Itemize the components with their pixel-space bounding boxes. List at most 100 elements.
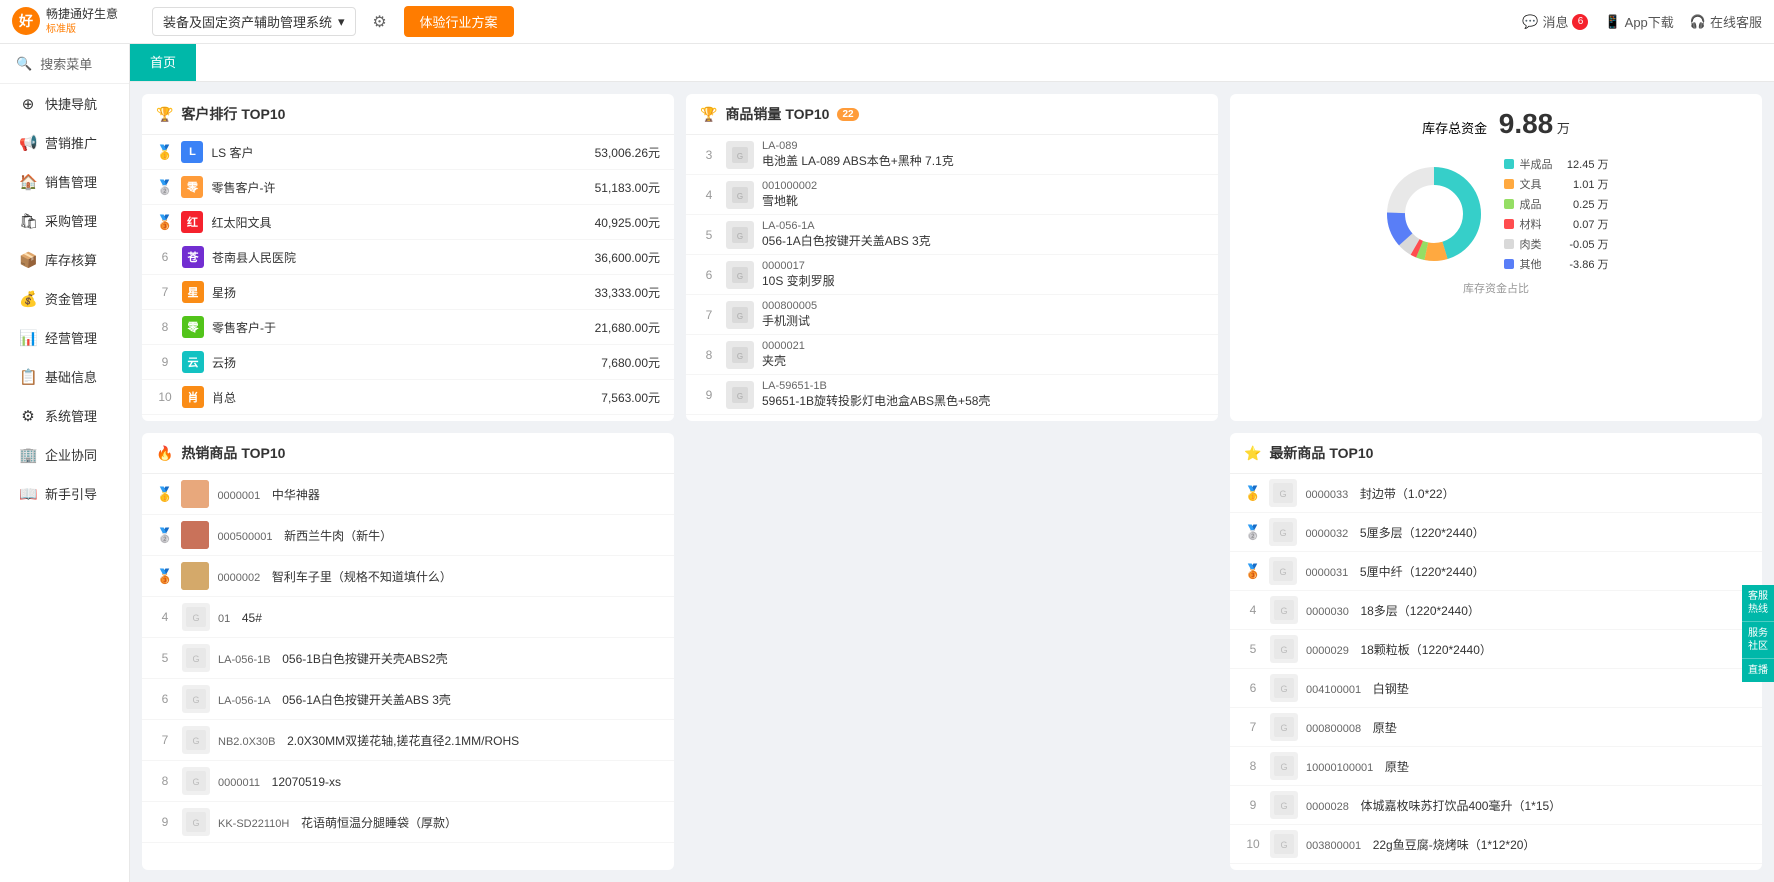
new-product-info: 0000030 18多层（1220*2440） <box>1306 602 1748 619</box>
new-product-img: G <box>1269 518 1297 546</box>
new-rank-num: 8 <box>1244 759 1262 773</box>
hot-product-img <box>181 562 209 590</box>
customer-avatar: 云 <box>182 351 204 373</box>
operation-icon: 📊 <box>19 329 37 347</box>
float-btn-community[interactable]: 服务社区 <box>1742 622 1774 659</box>
sidebar-item-inventory[interactable]: 📦 库存核算 <box>0 240 129 279</box>
settings-icon[interactable]: ⚙ <box>366 8 394 36</box>
new-product-info: 0000033 封边带（1.0*22） <box>1305 485 1748 502</box>
float-btn-direct[interactable]: 直播 <box>1742 659 1774 682</box>
sale-rank-num: 9 <box>700 388 718 402</box>
hot-product-img <box>181 521 209 549</box>
new-product-img: G <box>1270 752 1298 780</box>
hot-medal-icon: 🥉 <box>156 568 173 585</box>
sale-product-code: 0000017 <box>762 260 1204 272</box>
svg-text:G: G <box>1280 645 1287 655</box>
sidebar-item-operation[interactable]: 📊 经营管理 <box>0 318 129 357</box>
app-download-link[interactable]: 📱 App下载 <box>1604 12 1673 31</box>
hot-product-code: 0000001 <box>217 490 260 502</box>
hot-product-name: 12070519-xs <box>272 775 341 789</box>
donut-svg <box>1384 164 1484 264</box>
svg-text:G: G <box>737 392 743 401</box>
logo-area: 好 畅捷通好生意 标准版 <box>12 7 142 36</box>
hot-products-card: 🔥 热销商品 TOP10 🥇 0000001 中华神器 🥈 000500001 … <box>142 433 674 870</box>
sidebar-item-marketing[interactable]: 📢 营销推广 <box>0 123 129 162</box>
svg-text:G: G <box>192 736 199 746</box>
sidebar-item-quick-nav[interactable]: ⊕ 快捷导航 <box>0 84 129 123</box>
customer-amount: 33,333.00元 <box>595 284 660 301</box>
product-sale-item: 7 G 000800005 手机测试 <box>686 295 1218 335</box>
rank-num: 7 <box>156 285 174 299</box>
hot-product-name: 45# <box>242 611 262 625</box>
new-product-name: 18颗粒板（1220*2440） <box>1360 643 1491 657</box>
sidebar-item-company[interactable]: 🏢 企业协同 <box>0 435 129 474</box>
ratio-label: 库存资金占比 <box>1230 280 1762 304</box>
new-product-info: 0000029 18颗粒板（1220*2440） <box>1306 641 1748 658</box>
product-sale-item: 3 G LA-089 电池盖 LA-089 ABS本色+黑种 7.1克 <box>686 135 1218 175</box>
hot-product-item: 7 G NB2.0X30B 2.0X30MM双搓花轴,搓花直径2.1MM/ROH… <box>142 720 674 761</box>
new-product-img: G <box>1270 791 1298 819</box>
system-selector[interactable]: 装备及固定资产辅助管理系统 ▾ <box>152 7 356 36</box>
sidebar-item-finance[interactable]: 💰 资金管理 <box>0 279 129 318</box>
new-product-name: 5厘多层（1220*2440） <box>1360 526 1485 540</box>
svg-text:G: G <box>1280 762 1287 772</box>
hot-products-body: 🥇 0000001 中华神器 🥈 000500001 新西兰牛肉（新牛） 🥉 0… <box>142 474 674 843</box>
sidebar-item-basic[interactable]: 📋 基础信息 <box>0 357 129 396</box>
topbar-right: 💬 消息 6 📱 App下载 🎧 在线客服 <box>1522 12 1762 31</box>
legend-value: 1.01 万 <box>1559 176 1609 192</box>
trophy2-icon: 🏆 <box>700 106 717 123</box>
hot-rank-num: 7 <box>156 733 174 747</box>
inventory-label: 库存总资金 <box>1422 121 1487 136</box>
middle-bottom-spacer <box>686 433 1218 870</box>
sale-product-name: 夹壳 <box>762 352 1204 369</box>
sidebar-item-sales[interactable]: 🏠 销售管理 <box>0 162 129 201</box>
new-product-img: G <box>1270 596 1298 624</box>
hot-product-img-placeholder: G <box>182 644 210 672</box>
sales-icon: 🏠 <box>19 173 37 191</box>
legend-dot <box>1504 239 1514 249</box>
new-product-item: 🥈 G 0000032 5厘多层（1220*2440） <box>1230 513 1762 552</box>
legend-dot <box>1504 199 1514 209</box>
hot-product-info: 0000001 中华神器 <box>217 486 660 503</box>
hot-product-info: NB2.0X30B 2.0X30MM双搓花轴,搓花直径2.1MM/ROHS <box>218 732 660 749</box>
customer-avatar: L <box>181 141 203 163</box>
customer-avatar: 肖 <box>182 386 204 408</box>
new-product-code: 10000100001 <box>1306 762 1373 774</box>
search-menu[interactable]: 🔍 搜索菜单 <box>0 44 129 84</box>
sale-product-info: 0000021 夹壳 <box>762 340 1204 369</box>
trial-button[interactable]: 体验行业方案 <box>404 6 514 37</box>
svg-text:G: G <box>192 777 199 787</box>
inventory-card: 库存总资金 9.88 万 <box>1230 94 1762 421</box>
svg-text:G: G <box>192 818 199 828</box>
sidebar-item-system[interactable]: ⚙ 系统管理 <box>0 396 129 435</box>
svg-text:G: G <box>1280 528 1287 538</box>
sidebar-item-purchase[interactable]: 🛍 采购管理 <box>0 201 129 240</box>
new-product-code: 0000028 <box>1306 801 1349 813</box>
sale-rank-num: 5 <box>700 228 718 242</box>
customer-avatar: 零 <box>182 316 204 338</box>
svg-text:G: G <box>737 232 743 241</box>
sidebar-item-guide[interactable]: 📖 新手引导 <box>0 474 129 513</box>
hot-rank-num: 8 <box>156 774 174 788</box>
inventory-unit: 万 <box>1557 121 1570 136</box>
finance-icon: 💰 <box>19 290 37 308</box>
new-product-code: 0000032 <box>1305 528 1348 540</box>
customer-rank-item: 🥈 零 零售客户-许 51,183.00元 <box>142 170 674 205</box>
message-link[interactable]: 💬 消息 6 <box>1522 12 1588 31</box>
tab-home[interactable]: 首页 <box>130 44 196 81</box>
hot-rank-num: 5 <box>156 651 174 665</box>
online-service-link[interactable]: 🎧 在线客服 <box>1690 12 1762 31</box>
new-product-item: 6 G 004100001 白钢垫 <box>1230 669 1762 708</box>
sale-product-info: LA-59651-1B 59651-1B旋转投影灯电池盒ABS黑色+58壳 <box>762 380 1204 409</box>
legend-item: 成品 0.25 万 <box>1504 196 1609 212</box>
new-product-info: 004100001 白钢垫 <box>1306 680 1748 697</box>
legend-value: -3.86 万 <box>1559 256 1609 272</box>
logo-text: 畅捷通好生意 标准版 <box>46 7 118 36</box>
hot-product-code: 0000011 <box>218 777 260 789</box>
hot-medal-icon: 🥈 <box>156 527 173 544</box>
rank-num: 9 <box>156 355 174 369</box>
system-icon: ⚙ <box>19 407 37 425</box>
float-btn-service[interactable]: 客服热线 <box>1742 585 1774 622</box>
hot-product-item: 5 G LA-056-1B 056-1B白色按键开关壳ABS2壳 <box>142 638 674 679</box>
sale-product-code: 000800005 <box>762 300 1204 312</box>
